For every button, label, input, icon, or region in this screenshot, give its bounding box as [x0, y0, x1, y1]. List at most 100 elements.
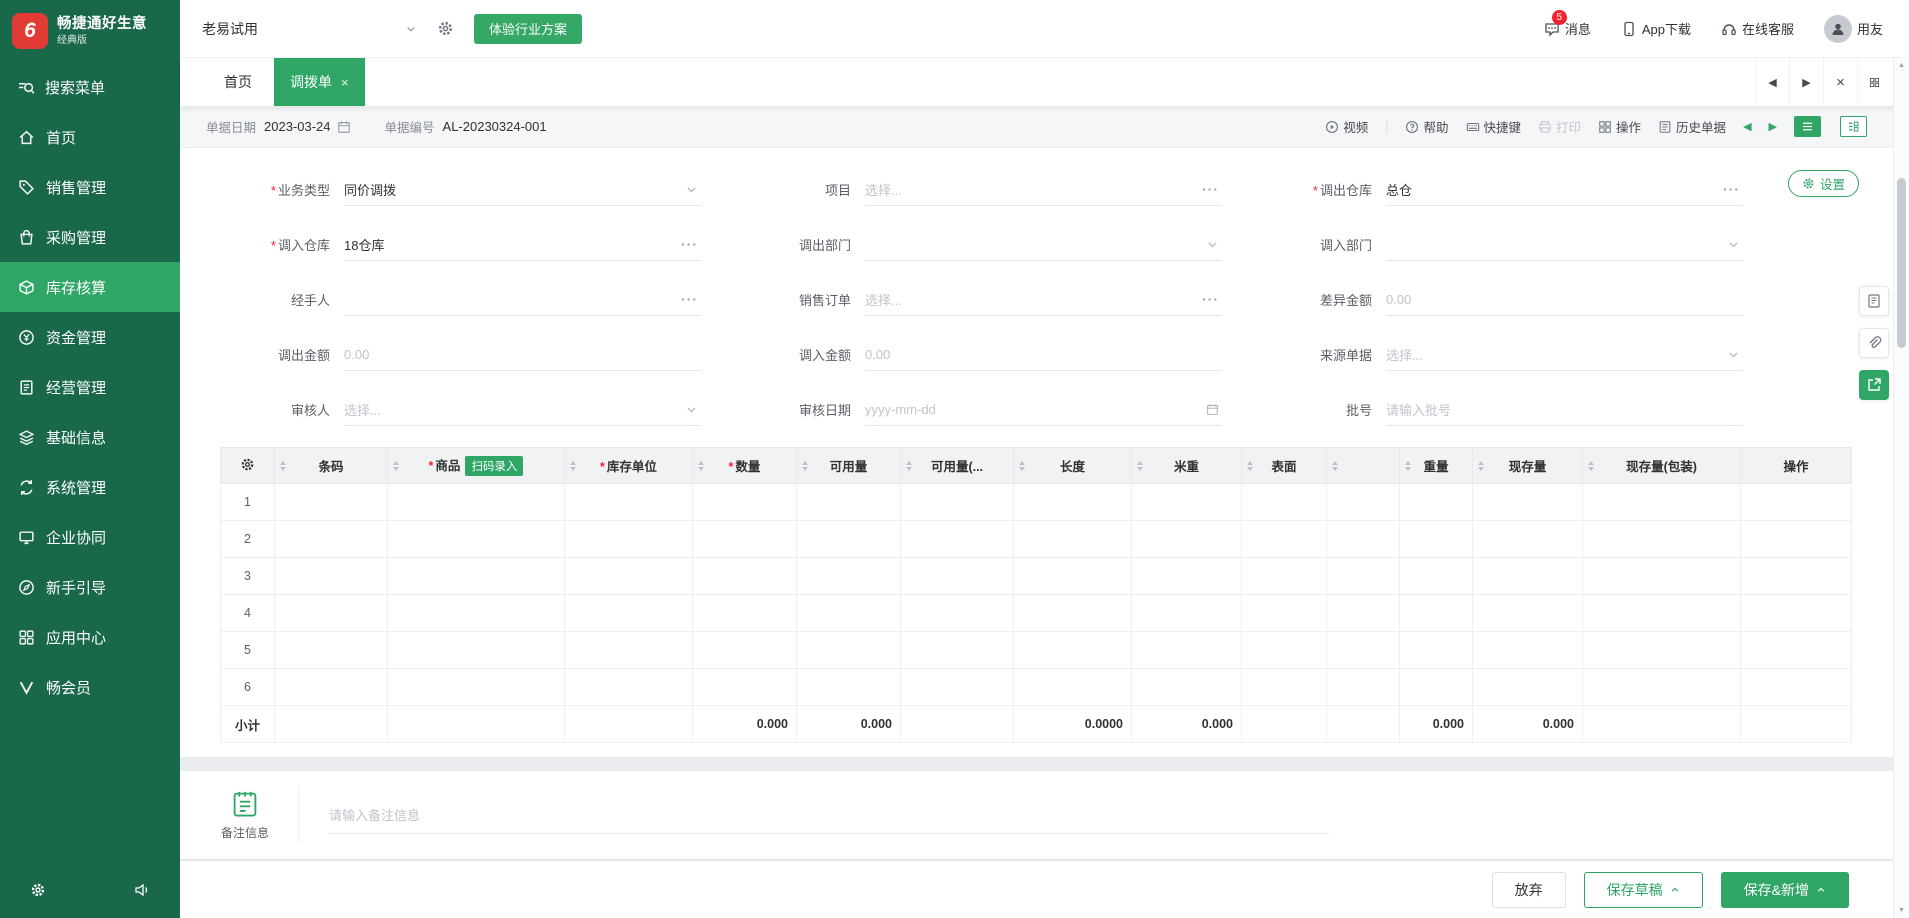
tab-transfer-order[interactable]: 调拨单 ×	[274, 58, 365, 106]
field-input-调入部门[interactable]	[1386, 229, 1743, 261]
column-header-可用量(...[interactable]: 可用量(...	[900, 447, 1014, 484]
grid-cell[interactable]	[900, 483, 1014, 521]
sidebar-item-首页[interactable]: 首页	[0, 112, 180, 162]
sidebar-item-新手引导[interactable]: 新手引导	[0, 562, 180, 612]
scrollbar-thumb[interactable]	[1897, 178, 1906, 348]
grid-cell[interactable]	[564, 631, 693, 669]
grid-cell[interactable]	[1472, 594, 1583, 632]
sort-arrows[interactable]	[906, 460, 912, 471]
save-and-new-button[interactable]: 保存&新增	[1720, 871, 1849, 908]
column-settings-button[interactable]	[220, 447, 275, 484]
grid-cell[interactable]	[1399, 557, 1473, 595]
grid-cell[interactable]	[1131, 631, 1242, 669]
sidebar-item-系统管理[interactable]: 系统管理	[0, 462, 180, 512]
sort-arrows[interactable]	[1588, 460, 1594, 471]
grid-cell[interactable]	[1582, 557, 1741, 595]
sort-arrows[interactable]	[1019, 460, 1025, 471]
sidebar-item-畅会员[interactable]: 畅会员	[0, 662, 180, 712]
sidebar-item-销售管理[interactable]: 销售管理	[0, 162, 180, 212]
help-button[interactable]: 帮助	[1405, 117, 1449, 136]
column-header-条码[interactable]: 条码	[274, 447, 388, 484]
field-input-调出金额[interactable]: 0.00	[344, 339, 701, 371]
field-input-调出仓库[interactable]: 总仓 ···	[1386, 174, 1743, 206]
field-input-经手人[interactable]: ···	[344, 284, 701, 316]
grid-cell[interactable]	[900, 631, 1014, 669]
vertical-scrollbar[interactable]: ▲ ▼	[1893, 58, 1909, 918]
sidebar-item-库存核算[interactable]: 库存核算	[0, 262, 180, 312]
field-input-审核日期[interactable]: yyyy-mm-dd	[865, 394, 1222, 426]
column-header-重量[interactable]: 重量	[1399, 447, 1473, 484]
video-button[interactable]: 视频	[1325, 117, 1368, 136]
grid-cell[interactable]	[796, 668, 901, 706]
field-input-来源单据[interactable]: 选择...	[1386, 339, 1743, 371]
grid-cell[interactable]	[1326, 520, 1400, 558]
field-input-批号[interactable]: 请输入批号	[1386, 394, 1743, 426]
grid-cell[interactable]	[1399, 594, 1473, 632]
grid-cell[interactable]	[692, 594, 797, 632]
account-select[interactable]: 老易试用	[202, 19, 417, 39]
grid-cell[interactable]	[1582, 594, 1741, 632]
grid-cell[interactable]	[900, 557, 1014, 595]
field-input-差异金额[interactable]: 0.00	[1386, 284, 1743, 316]
ellipsis-icon[interactable]: ···	[1202, 291, 1219, 307]
grid-cell[interactable]	[1013, 520, 1132, 558]
grid-cell[interactable]	[1399, 483, 1473, 521]
grid-cell[interactable]	[1326, 631, 1400, 669]
grid-cell[interactable]	[564, 557, 693, 595]
trial-plan-button[interactable]: 体验行业方案	[474, 13, 583, 44]
sort-arrows[interactable]	[698, 460, 704, 471]
user-menu[interactable]: 用友	[1823, 14, 1883, 43]
settings-gear-icon[interactable]	[437, 20, 454, 37]
sort-arrows[interactable]	[1478, 460, 1484, 471]
sidebar-item-企业协同[interactable]: 企业协同	[0, 512, 180, 562]
grid-cell[interactable]	[692, 520, 797, 558]
doc-date-value[interactable]: 2023-03-24	[264, 119, 331, 134]
calendar-icon[interactable]	[337, 120, 351, 134]
grid-cell[interactable]	[387, 557, 565, 595]
grid-cell[interactable]	[274, 520, 388, 558]
grid-cell[interactable]	[1131, 483, 1242, 521]
list-view-toggle[interactable]	[1794, 116, 1821, 137]
column-header-表面[interactable]: 表面	[1241, 447, 1327, 484]
sidebar-item-基础信息[interactable]: 基础信息	[0, 412, 180, 462]
grid-cell[interactable]	[564, 483, 693, 521]
grid-cell[interactable]	[1013, 631, 1132, 669]
grid-cell[interactable]	[1131, 668, 1242, 706]
scan-entry-button[interactable]: 扫码录入	[465, 456, 524, 476]
sidebar-item-采购管理[interactable]: 采购管理	[0, 212, 180, 262]
grid-cell[interactable]	[1241, 594, 1327, 632]
grid-cell[interactable]	[1241, 520, 1327, 558]
grid-cell[interactable]	[1582, 483, 1741, 521]
grid-cell[interactable]	[274, 483, 388, 521]
sort-arrows[interactable]	[802, 460, 808, 471]
online-service-button[interactable]: 在线客服	[1721, 19, 1794, 38]
grid-cell[interactable]	[1241, 557, 1327, 595]
grid-cell[interactable]	[1013, 483, 1132, 521]
grid-cell[interactable]	[1472, 557, 1583, 595]
grid-cell[interactable]	[1013, 594, 1132, 632]
field-input-审核人[interactable]: 选择...	[344, 394, 701, 426]
grid-cell[interactable]	[274, 631, 388, 669]
sort-arrows[interactable]	[1137, 460, 1143, 471]
grid-cell[interactable]	[1326, 594, 1400, 632]
ellipsis-icon[interactable]: ···	[1723, 181, 1740, 197]
history-button[interactable]: 历史单据	[1658, 117, 1726, 136]
close-all-tabs-button[interactable]: ×	[1823, 58, 1857, 106]
ellipsis-icon[interactable]: ···	[1202, 181, 1219, 197]
column-header-数量[interactable]: * 数量	[692, 447, 797, 484]
scroll-up-arrow[interactable]: ▲	[1894, 62, 1909, 69]
grid-cell[interactable]	[387, 668, 565, 706]
column-header-blank[interactable]	[1326, 447, 1400, 484]
column-header-长度[interactable]: 长度	[1013, 447, 1132, 484]
ellipsis-icon[interactable]: ···	[681, 236, 698, 252]
grid-cell[interactable]	[1582, 668, 1741, 706]
grid-cell[interactable]	[1241, 631, 1327, 669]
column-header-现存量[interactable]: 现存量	[1472, 447, 1583, 484]
grid-cell[interactable]	[796, 520, 901, 558]
tab-close-icon[interactable]: ×	[341, 76, 349, 89]
shortcut-button[interactable]: 快捷键	[1466, 117, 1521, 136]
save-draft-button[interactable]: 保存草稿	[1583, 871, 1703, 908]
prev-doc-arrow[interactable]: ◀	[1743, 120, 1751, 133]
grid-cell[interactable]	[900, 668, 1014, 706]
grid-cell[interactable]	[387, 483, 565, 521]
